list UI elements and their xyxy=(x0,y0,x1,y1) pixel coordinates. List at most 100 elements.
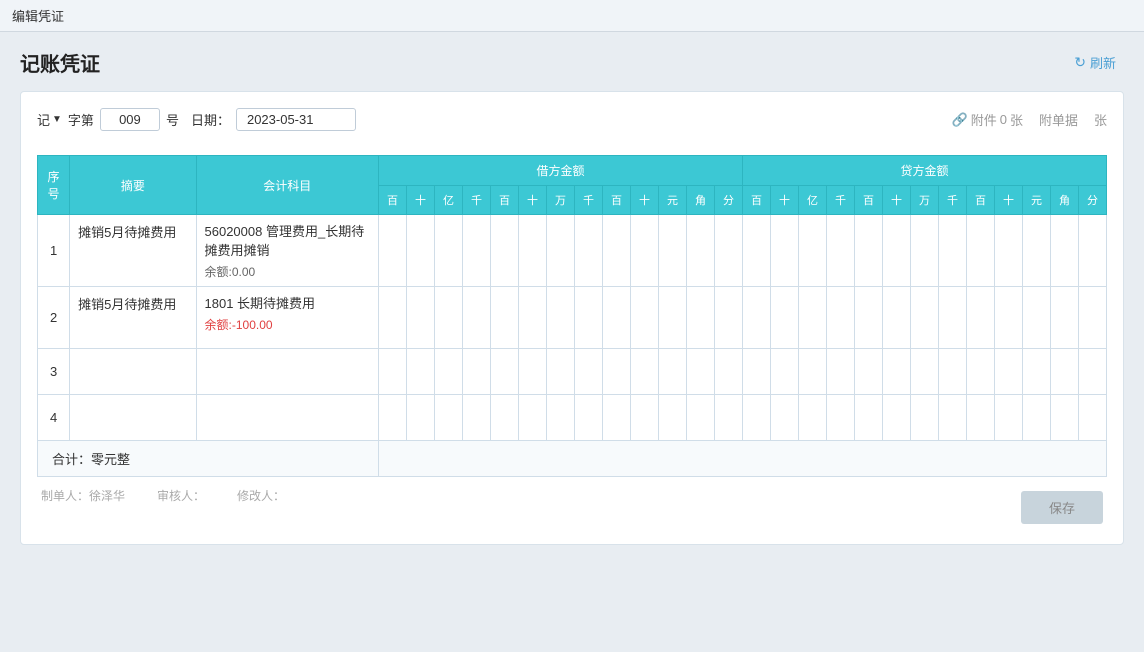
credit-digit-cell[interactable] xyxy=(798,215,826,287)
credit-digit-cell[interactable] xyxy=(854,215,882,287)
debit-digit-cell[interactable] xyxy=(714,215,742,287)
debit-digit-cell[interactable] xyxy=(490,287,518,349)
debit-digit-cell[interactable] xyxy=(378,215,406,287)
debit-digit-cell[interactable] xyxy=(434,287,462,349)
debit-digit-cell[interactable] xyxy=(434,215,462,287)
debit-digit-cell[interactable] xyxy=(714,349,742,395)
credit-digit-cell[interactable] xyxy=(1050,287,1078,349)
refresh-button[interactable]: ↻ 刷新 xyxy=(1066,49,1124,76)
debit-digit-cell[interactable] xyxy=(546,349,574,395)
table-row[interactable]: 2摊销5月待摊费用1801 长期待摊费用余额:-100.00 xyxy=(38,287,1107,349)
debit-digit-cell[interactable] xyxy=(574,215,602,287)
debit-digit-cell[interactable] xyxy=(602,215,630,287)
debit-digit-cell[interactable] xyxy=(658,215,686,287)
credit-digit-cell[interactable] xyxy=(882,215,910,287)
credit-digit-cell[interactable] xyxy=(1078,287,1106,349)
credit-digit-cell[interactable] xyxy=(742,215,770,287)
credit-digit-cell[interactable] xyxy=(994,349,1022,395)
debit-digit-cell[interactable] xyxy=(462,215,490,287)
debit-digit-cell[interactable] xyxy=(686,395,714,441)
credit-digit-cell[interactable] xyxy=(854,349,882,395)
credit-digit-cell[interactable] xyxy=(966,395,994,441)
debit-digit-cell[interactable] xyxy=(518,395,546,441)
credit-digit-cell[interactable] xyxy=(966,215,994,287)
credit-digit-cell[interactable] xyxy=(770,349,798,395)
account-cell[interactable] xyxy=(196,395,378,441)
debit-digit-cell[interactable] xyxy=(518,215,546,287)
debit-digit-cell[interactable] xyxy=(658,349,686,395)
debit-digit-cell[interactable] xyxy=(658,287,686,349)
date-input[interactable] xyxy=(236,108,356,131)
debit-digit-cell[interactable] xyxy=(546,395,574,441)
debit-digit-cell[interactable] xyxy=(602,349,630,395)
credit-digit-cell[interactable] xyxy=(826,287,854,349)
credit-digit-cell[interactable] xyxy=(798,349,826,395)
debit-digit-cell[interactable] xyxy=(602,287,630,349)
credit-digit-cell[interactable] xyxy=(854,287,882,349)
credit-digit-cell[interactable] xyxy=(1022,349,1050,395)
account-cell[interactable] xyxy=(196,349,378,395)
credit-digit-cell[interactable] xyxy=(994,215,1022,287)
credit-digit-cell[interactable] xyxy=(1022,395,1050,441)
credit-digit-cell[interactable] xyxy=(910,215,938,287)
credit-digit-cell[interactable] xyxy=(966,349,994,395)
debit-digit-cell[interactable] xyxy=(574,287,602,349)
debit-digit-cell[interactable] xyxy=(658,395,686,441)
credit-digit-cell[interactable] xyxy=(1078,395,1106,441)
debit-digit-cell[interactable] xyxy=(462,395,490,441)
credit-digit-cell[interactable] xyxy=(1022,287,1050,349)
credit-digit-cell[interactable] xyxy=(882,395,910,441)
debit-digit-cell[interactable] xyxy=(406,395,434,441)
summary-cell[interactable]: 摊销5月待摊费用 xyxy=(70,215,196,287)
credit-digit-cell[interactable] xyxy=(770,287,798,349)
attachment-link[interactable]: 🔗 附件 0 张 xyxy=(952,110,1023,129)
table-row[interactable]: 1摊销5月待摊费用56020008 管理费用_长期待摊费用摊销余额:0.00 xyxy=(38,215,1107,287)
debit-digit-cell[interactable] xyxy=(574,349,602,395)
debit-digit-cell[interactable] xyxy=(686,287,714,349)
credit-digit-cell[interactable] xyxy=(994,287,1022,349)
credit-digit-cell[interactable] xyxy=(1050,395,1078,441)
debit-digit-cell[interactable] xyxy=(630,395,658,441)
credit-digit-cell[interactable] xyxy=(798,395,826,441)
credit-digit-cell[interactable] xyxy=(1078,349,1106,395)
credit-digit-cell[interactable] xyxy=(966,287,994,349)
debit-digit-cell[interactable] xyxy=(378,349,406,395)
credit-digit-cell[interactable] xyxy=(742,287,770,349)
debit-digit-cell[interactable] xyxy=(490,395,518,441)
credit-digit-cell[interactable] xyxy=(938,395,966,441)
credit-digit-cell[interactable] xyxy=(742,349,770,395)
credit-digit-cell[interactable] xyxy=(938,349,966,395)
credit-digit-cell[interactable] xyxy=(1050,349,1078,395)
debit-digit-cell[interactable] xyxy=(434,349,462,395)
table-row[interactable]: 4 xyxy=(38,395,1107,441)
debit-digit-cell[interactable] xyxy=(406,287,434,349)
credit-digit-cell[interactable] xyxy=(770,395,798,441)
credit-digit-cell[interactable] xyxy=(1078,215,1106,287)
credit-digit-cell[interactable] xyxy=(910,395,938,441)
credit-digit-cell[interactable] xyxy=(826,395,854,441)
debit-digit-cell[interactable] xyxy=(574,395,602,441)
debit-digit-cell[interactable] xyxy=(546,215,574,287)
debit-digit-cell[interactable] xyxy=(630,287,658,349)
credit-digit-cell[interactable] xyxy=(742,395,770,441)
credit-digit-cell[interactable] xyxy=(854,395,882,441)
debit-digit-cell[interactable] xyxy=(686,349,714,395)
credit-digit-cell[interactable] xyxy=(994,395,1022,441)
debit-digit-cell[interactable] xyxy=(462,287,490,349)
debit-digit-cell[interactable] xyxy=(686,215,714,287)
debit-digit-cell[interactable] xyxy=(490,215,518,287)
debit-digit-cell[interactable] xyxy=(714,395,742,441)
save-button[interactable]: 保存 xyxy=(1021,491,1103,524)
account-cell[interactable]: 1801 长期待摊费用余额:-100.00 xyxy=(196,287,378,349)
credit-digit-cell[interactable] xyxy=(1050,215,1078,287)
debit-digit-cell[interactable] xyxy=(518,349,546,395)
credit-digit-cell[interactable] xyxy=(798,287,826,349)
debit-digit-cell[interactable] xyxy=(602,395,630,441)
credit-digit-cell[interactable] xyxy=(826,215,854,287)
summary-cell[interactable]: 摊销5月待摊费用 xyxy=(70,287,196,349)
credit-digit-cell[interactable] xyxy=(882,349,910,395)
table-row[interactable]: 3 xyxy=(38,349,1107,395)
debit-digit-cell[interactable] xyxy=(378,395,406,441)
credit-digit-cell[interactable] xyxy=(826,349,854,395)
debit-digit-cell[interactable] xyxy=(434,395,462,441)
